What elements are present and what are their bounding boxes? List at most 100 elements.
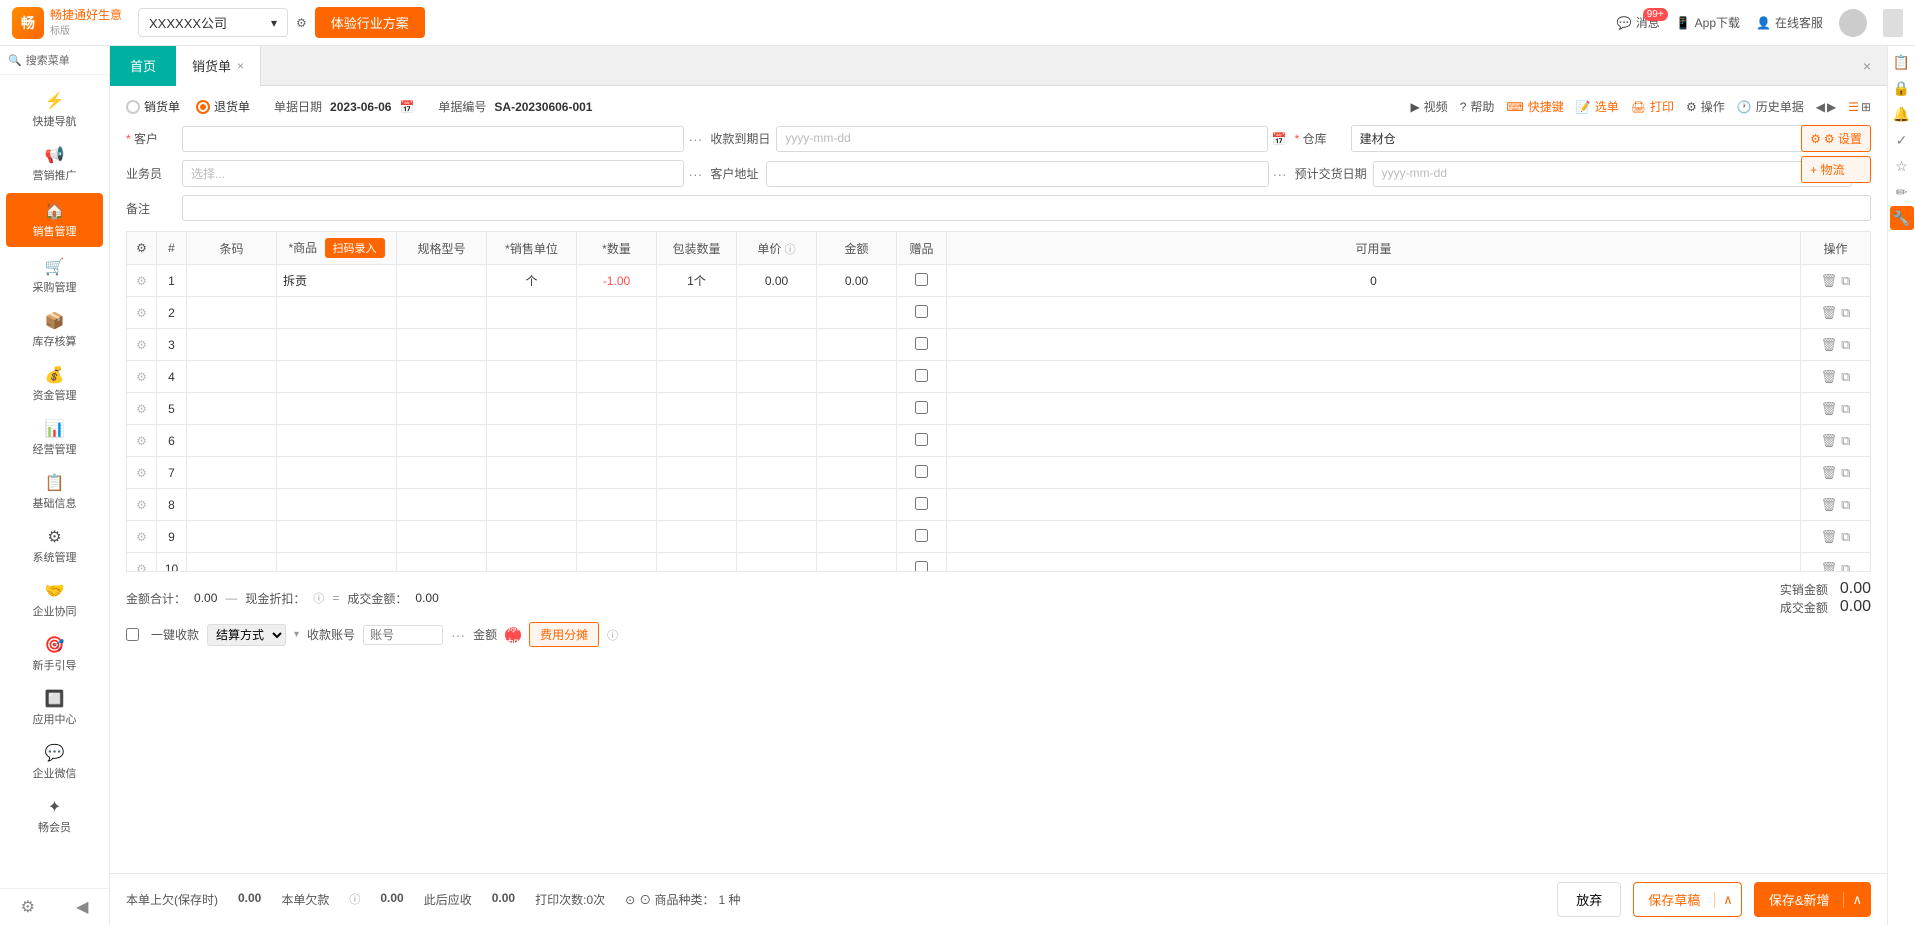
row-spec-cell[interactable] — [397, 297, 487, 329]
row-price-cell[interactable] — [737, 297, 817, 329]
row-barcode-cell[interactable] — [187, 393, 277, 425]
row-gift-cell[interactable] — [897, 425, 947, 457]
sidebar-item-quick-nav[interactable]: ⚡ 快捷导航 — [0, 83, 109, 137]
row-barcode-cell[interactable] — [187, 425, 277, 457]
row-barcode-cell[interactable] — [187, 521, 277, 553]
warehouse-input[interactable]: 建材仓 — [1351, 125, 1853, 152]
toolbar-shortcut[interactable]: ⌨ 快捷键 — [1506, 98, 1563, 115]
save-draft-button[interactable]: 保存草稿 ∧ — [1633, 882, 1742, 917]
row-gift-cell[interactable] — [897, 297, 947, 329]
row-spec-cell[interactable] — [397, 489, 487, 521]
row-qty-cell[interactable] — [577, 521, 657, 553]
toolbar-print[interactable]: 🖨 打印 — [1631, 98, 1674, 115]
row-unit-cell[interactable] — [487, 457, 577, 489]
row-copy-icon[interactable]: ⧉ — [1841, 401, 1850, 417]
row-barcode-cell[interactable] — [187, 361, 277, 393]
row-copy-icon[interactable]: ⧉ — [1841, 369, 1850, 385]
row-spec-cell[interactable] — [397, 521, 487, 553]
row-price-cell[interactable] — [737, 329, 817, 361]
row-delete-icon[interactable]: 🗑 — [1821, 529, 1838, 545]
row-amount-cell[interactable] — [817, 393, 897, 425]
nav-next-icon[interactable]: ▶ — [1827, 100, 1836, 114]
sidebar-settings-icon[interactable]: ⚙ — [21, 897, 35, 917]
row-delete-icon[interactable]: 🗑 — [1821, 497, 1838, 513]
row-amount-cell[interactable] — [817, 489, 897, 521]
sidebar-item-marketing[interactable]: 📢 营销推广 — [0, 137, 109, 191]
row-pkg-qty-cell[interactable] — [657, 553, 737, 572]
sidebar-item-app-center[interactable]: 🔲 应用中心 — [0, 681, 109, 735]
row-qty-cell[interactable] — [577, 553, 657, 572]
row-qty-cell[interactable] — [577, 457, 657, 489]
radio-return-order[interactable]: 退货单 — [196, 98, 250, 115]
row-unit-cell[interactable] — [487, 553, 577, 572]
payment-calendar-icon[interactable]: 📅 — [1272, 132, 1287, 146]
settings-gear-icon[interactable]: ⚙ — [296, 16, 307, 30]
row-delete-icon[interactable]: 🗑 — [1821, 369, 1838, 385]
tab-main-close-icon[interactable]: × — [1855, 58, 1879, 74]
row-copy-icon[interactable]: ⧉ — [1841, 561, 1850, 572]
row-qty-cell[interactable] — [577, 393, 657, 425]
radio-sales-order[interactable]: 销货单 — [126, 98, 180, 115]
row-unit-cell[interactable]: 个 — [487, 265, 577, 297]
row-copy-icon[interactable]: ⧉ — [1841, 433, 1850, 449]
sidebar-item-newbie[interactable]: 🎯 新手引导 — [0, 627, 109, 681]
sidebar-item-inventory[interactable]: 📦 库存核算 — [0, 303, 109, 357]
rs-copy-icon[interactable]: 📋 — [1890, 50, 1914, 74]
row-product-cell[interactable] — [277, 489, 397, 521]
rs-tool-icon[interactable]: 🔧 — [1890, 206, 1914, 230]
remarks-input[interactable] — [182, 195, 1871, 221]
row-price-cell[interactable] — [737, 361, 817, 393]
row-price-cell[interactable] — [737, 553, 817, 572]
trial-button[interactable]: 体验行业方案 — [315, 7, 425, 38]
account-input[interactable] — [363, 625, 443, 645]
row-gift-cell[interactable] — [897, 361, 947, 393]
message-icon-item[interactable]: 💬 消息 99+ — [1617, 14, 1660, 31]
row-price-cell[interactable] — [737, 393, 817, 425]
row-spec-cell[interactable] — [397, 425, 487, 457]
tab-close-icon[interactable]: × — [237, 59, 244, 73]
col-settings[interactable]: ⚙ — [127, 232, 157, 265]
row-product-cell[interactable] — [277, 329, 397, 361]
customer-input[interactable] — [182, 126, 684, 152]
save-new-button[interactable]: 保存&新增 ∧ — [1754, 882, 1871, 917]
row-unit-cell[interactable] — [487, 361, 577, 393]
row-qty-cell[interactable] — [577, 297, 657, 329]
row-gift-cell[interactable] — [897, 265, 947, 297]
calendar-icon[interactable]: 📅 — [399, 100, 414, 114]
sidebar-item-vip[interactable]: ✦ 畅会员 — [0, 789, 109, 843]
row-gift-cell[interactable] — [897, 521, 947, 553]
row-amount-cell[interactable] — [817, 457, 897, 489]
row-copy-icon[interactable]: ⧉ — [1841, 497, 1850, 513]
view-grid-icon[interactable]: ⊞ — [1861, 100, 1871, 114]
row-pkg-qty-cell[interactable] — [657, 329, 737, 361]
scan-button[interactable]: 扫码录入 — [325, 238, 385, 258]
row-amount-cell[interactable] — [817, 521, 897, 553]
row-unit-cell[interactable] — [487, 489, 577, 521]
row-qty-cell[interactable] — [577, 361, 657, 393]
app-download-item[interactable]: 📱 App下载 — [1676, 14, 1740, 31]
toolbar-history[interactable]: 🕐 历史单据 — [1737, 98, 1804, 115]
sidebar-item-purchase[interactable]: 🛒 采购管理 — [0, 249, 109, 303]
row-delete-icon[interactable]: 🗑 — [1821, 273, 1838, 289]
row-copy-icon[interactable]: ⧉ — [1841, 337, 1850, 353]
row-delete-icon[interactable]: 🗑 — [1821, 433, 1838, 449]
row-product-cell[interactable] — [277, 393, 397, 425]
sidebar-item-finance[interactable]: 💰 资金管理 — [0, 357, 109, 411]
row-delete-icon[interactable]: 🗑 — [1821, 561, 1838, 572]
view-list-icon[interactable]: ☰ — [1848, 100, 1859, 114]
row-qty-cell[interactable] — [577, 489, 657, 521]
row-barcode-cell[interactable] — [187, 553, 277, 572]
rs-bell-icon[interactable]: 🔔 — [1890, 102, 1914, 126]
sidebar-item-wechat[interactable]: 💬 企业微信 — [0, 735, 109, 789]
row-barcode-cell[interactable] — [187, 265, 277, 297]
rs-edit-icon[interactable]: ✏ — [1890, 180, 1914, 204]
row-unit-cell[interactable] — [487, 393, 577, 425]
row-price-cell[interactable] — [737, 425, 817, 457]
rs-lock-icon[interactable]: 🔒 — [1890, 76, 1914, 100]
row-delete-icon[interactable]: 🗑 — [1821, 337, 1838, 353]
row-price-cell[interactable] — [737, 457, 817, 489]
row-pkg-qty-cell[interactable] — [657, 297, 737, 329]
row-pkg-qty-cell[interactable]: 1个 — [657, 265, 737, 297]
row-unit-cell[interactable] — [487, 329, 577, 361]
row-delete-icon[interactable]: 🗑 — [1821, 401, 1838, 417]
